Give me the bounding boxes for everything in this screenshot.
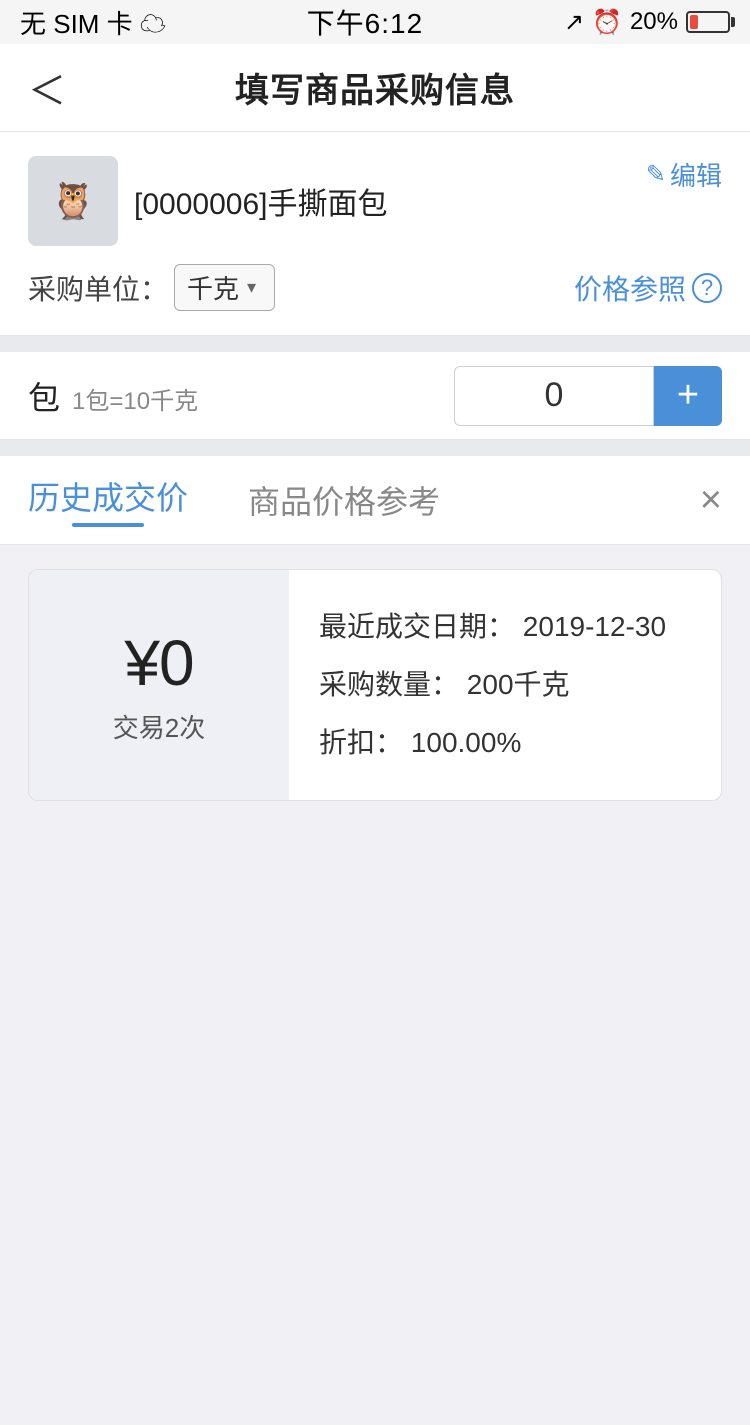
price-amount: ¥0 (124, 626, 193, 700)
price-trades: 交易2次 (113, 708, 205, 745)
edit-label: 编辑 (670, 156, 722, 193)
quantity-input[interactable]: 0 (454, 366, 654, 426)
price-card: ¥0 交易2次 最近成交日期： 2019-12-30 采购数量： 200千克 折… (28, 569, 722, 801)
status-right: ↗ ⏰ 20% (564, 8, 730, 37)
tab-price-ref-label: 商品价格参考 (248, 477, 440, 523)
section-divider-2 (0, 440, 750, 456)
product-header: 🦉 [0000006]手撕面包 ✎ 编辑 (28, 156, 722, 246)
page-title: 填写商品采购信息 (235, 63, 515, 112)
status-left: 无 SIM 卡 ☁ (20, 4, 166, 41)
unit-dropdown[interactable]: 千克 ▾ (174, 264, 275, 311)
tabs-left: 历史成交价 商品价格参考 (28, 473, 440, 527)
dropdown-arrow-icon: ▾ (247, 277, 256, 298)
battery-percent: 20% (630, 8, 678, 36)
price-ref-label: 价格参照 (574, 268, 686, 308)
location-icon: ↗ (564, 8, 584, 37)
price-card-area: ¥0 交易2次 最近成交日期： 2019-12-30 采购数量： 200千克 折… (0, 545, 750, 825)
product-logo-icon: 🦉 (51, 180, 96, 222)
alarm-icon: ⏰ (592, 8, 622, 37)
recent-date-value: 2019-12-30 (523, 611, 666, 642)
product-info-row: 🦉 [0000006]手撕面包 (28, 156, 387, 246)
qty-conversion-label: 1包=10千克 (72, 381, 198, 416)
bottom-space (0, 825, 750, 1425)
tab-product-price-ref[interactable]: 商品价格参考 (248, 477, 440, 523)
price-left-panel: ¥0 交易2次 (29, 570, 289, 800)
product-name: [0000006]手撕面包 (134, 179, 387, 223)
price-right-panel: 最近成交日期： 2019-12-30 采购数量： 200千克 折扣： 100.0… (289, 570, 721, 800)
purchase-qty-row: 采购数量： 200千克 (319, 664, 691, 706)
discount-value: 100.00% (411, 727, 522, 758)
section-divider (0, 336, 750, 352)
quantity-row: 包 1包=10千克 0 + (0, 352, 750, 440)
unit-select-area: 采购单位： 千克 ▾ (28, 264, 275, 311)
discount-row: 折扣： 100.00% (319, 722, 691, 764)
product-card: 🦉 [0000006]手撕面包 ✎ 编辑 采购单位： 千克 ▾ 价格参照 ? (0, 132, 750, 336)
product-thumbnail: 🦉 (28, 156, 118, 246)
qty-input-section: 0 + (454, 366, 722, 426)
status-bar: 无 SIM 卡 ☁ 下午6:12 ↗ ⏰ 20% (0, 0, 750, 44)
tab-history-price[interactable]: 历史成交价 (28, 473, 188, 527)
signal-text: 无 SIM 卡 ☁ (20, 4, 166, 41)
price-reference-button[interactable]: 价格参照 ? (574, 268, 722, 308)
qty-label-section: 包 1包=10千克 (28, 373, 198, 419)
recent-date-row: 最近成交日期： 2019-12-30 (319, 606, 691, 648)
tab-history-label: 历史成交价 (28, 473, 188, 519)
discount-label: 折扣： (319, 727, 403, 758)
quantity-plus-button[interactable]: + (654, 366, 722, 426)
purchase-qty-value: 200千克 (467, 669, 570, 700)
tabs-close-button[interactable]: × (700, 479, 722, 522)
qty-unit-label: 包 (28, 373, 60, 419)
back-button[interactable]: ＜ (28, 60, 66, 115)
tab-active-indicator (72, 523, 144, 527)
recent-date-label: 最近成交日期： (319, 611, 515, 642)
nav-bar: ＜ 填写商品采购信息 (0, 44, 750, 132)
status-time: 下午6:12 (307, 2, 424, 42)
unit-label: 采购单位： (28, 268, 168, 308)
purchase-qty-label: 采购数量： (319, 669, 459, 700)
edit-button[interactable]: ✎ 编辑 (646, 156, 722, 193)
edit-icon: ✎ (646, 160, 666, 189)
unit-value: 千克 (187, 269, 239, 306)
tabs-row: 历史成交价 商品价格参考 × (0, 456, 750, 544)
product-unit-row: 采购单位： 千克 ▾ 价格参照 ? (28, 264, 722, 311)
help-icon: ? (692, 273, 722, 303)
tabs-section: 历史成交价 商品价格参考 × (0, 456, 750, 545)
battery-icon (686, 11, 730, 33)
